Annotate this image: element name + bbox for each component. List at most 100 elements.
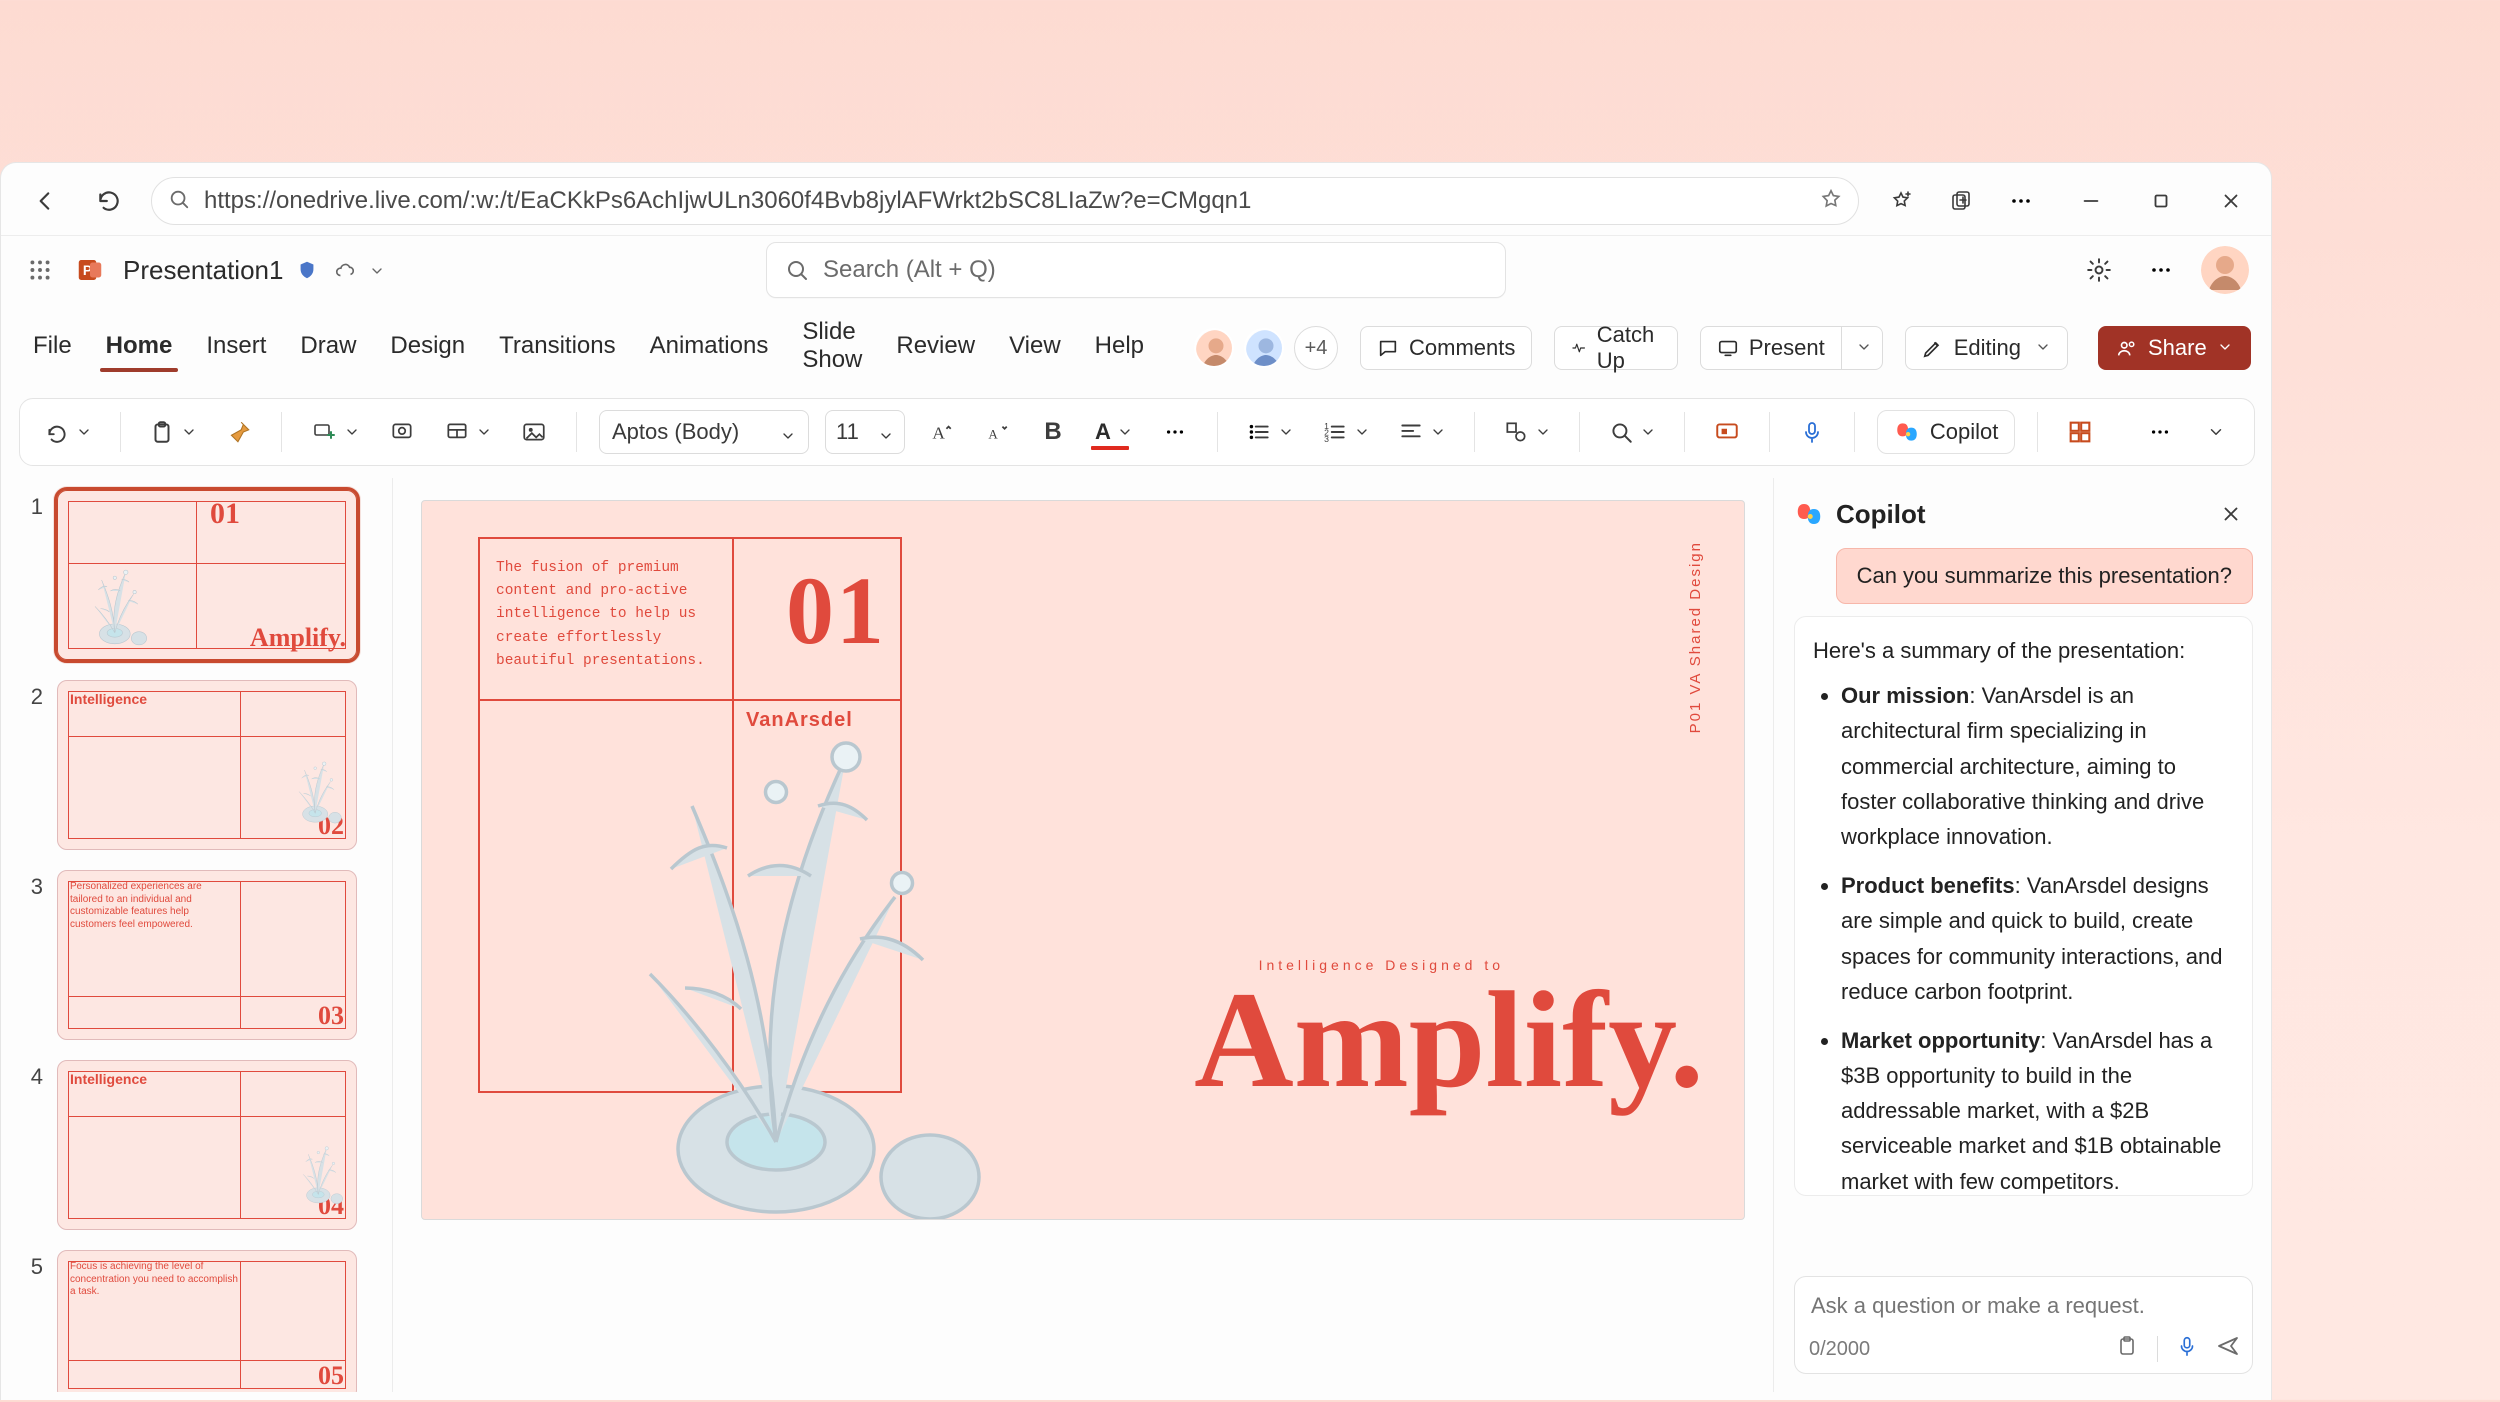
slide-thumb-3[interactable]: Personalized experiences are tailored to… xyxy=(57,870,357,1040)
font-decrease-button[interactable] xyxy=(977,410,1017,454)
shapes-button[interactable] xyxy=(1497,410,1557,454)
window-close[interactable] xyxy=(2209,179,2253,223)
slide-thumb-5[interactable]: Focus is achieving the level of concentr… xyxy=(57,1250,357,1392)
slide-thumb-2[interactable]: Intelligence 02 xyxy=(57,680,357,850)
tab-animations[interactable]: Animations xyxy=(644,322,775,374)
font-more-icon[interactable] xyxy=(1155,410,1195,454)
picture-button[interactable] xyxy=(514,410,554,454)
grid-view-button[interactable] xyxy=(2060,410,2100,454)
thumb-number: 5 xyxy=(25,1254,43,1280)
copilot-button[interactable]: Copilot xyxy=(1877,410,2015,454)
compose-clipboard-icon[interactable] xyxy=(2115,1334,2139,1364)
align-button[interactable] xyxy=(1392,410,1452,454)
presence-avatars[interactable]: +4 xyxy=(1194,326,1338,370)
copilot-compose[interactable]: 0/2000 xyxy=(1794,1276,2253,1374)
back-button[interactable] xyxy=(23,179,67,223)
tab-help[interactable]: Help xyxy=(1089,322,1150,374)
app-launcher-icon[interactable] xyxy=(23,253,57,287)
presence-avatar-2[interactable] xyxy=(1244,328,1284,368)
layout-button[interactable] xyxy=(438,410,498,454)
ribbon-more-icon[interactable] xyxy=(2140,410,2180,454)
browser-toolbar: https://onedrive.live.com/:w:/t/EaCKkPs6… xyxy=(1,163,2271,236)
compose-mic-icon[interactable] xyxy=(2176,1333,2198,1365)
font-size-select[interactable]: 11 xyxy=(825,410,905,454)
present-button[interactable]: Present xyxy=(1700,326,1841,370)
comments-button[interactable]: Comments xyxy=(1360,326,1532,370)
undo-button[interactable] xyxy=(38,410,98,454)
document-name[interactable]: Presentation1 xyxy=(123,255,385,286)
share-button[interactable]: Share xyxy=(2098,326,2251,370)
thumb-number: 3 xyxy=(25,874,43,900)
font-family-select[interactable]: Aptos (Body) xyxy=(599,410,809,454)
doc-menu-caret-icon[interactable] xyxy=(369,255,385,286)
copilot-bullet: Product benefits: VanArsdel designs are … xyxy=(1841,868,2234,1009)
tab-view[interactable]: View xyxy=(1003,322,1067,374)
tab-review[interactable]: Review xyxy=(890,322,981,374)
bullets-button[interactable] xyxy=(1240,410,1300,454)
refresh-button[interactable] xyxy=(87,179,131,223)
slide-thumb-1[interactable]: 01 Amplify. xyxy=(57,490,357,660)
compose-send-icon[interactable] xyxy=(2216,1334,2240,1364)
dictate-button[interactable] xyxy=(1792,410,1832,454)
titlebar-more-icon[interactable] xyxy=(2139,248,2183,292)
slide-big-number: 01 xyxy=(786,555,886,666)
copilot-title: Copilot xyxy=(1794,499,1926,530)
find-button[interactable] xyxy=(1602,410,1662,454)
favorites-star-icon[interactable] xyxy=(1820,188,1842,215)
tab-transitions[interactable]: Transitions xyxy=(493,322,621,374)
ribbon-tabs: File Home Insert Draw Design Transitions… xyxy=(1,302,2271,388)
sensitivity-shield-icon[interactable] xyxy=(293,256,321,284)
slide-blurb: The fusion of premium content and pro-ac… xyxy=(496,557,716,673)
catch-up-button[interactable]: Catch Up xyxy=(1554,326,1677,370)
ribbon-collapse-caret-icon[interactable] xyxy=(2196,410,2236,454)
copilot-char-counter: 0/2000 xyxy=(1809,1338,1870,1361)
slide-title: Amplify. xyxy=(1194,960,1704,1119)
paste-button[interactable] xyxy=(143,410,203,454)
slide-thumb-4[interactable]: Intelligence 04 xyxy=(57,1060,357,1230)
content-area: 1 01 Amplify. 2 Intelligence 02 xyxy=(1,478,2271,1392)
address-bar[interactable]: https://onedrive.live.com/:w:/t/EaCKkPs6… xyxy=(151,177,1859,225)
copilot-input[interactable] xyxy=(1809,1287,2240,1325)
slide-side-caption: P01 VA Shared Design xyxy=(1687,541,1704,733)
presence-more[interactable]: +4 xyxy=(1294,326,1338,370)
new-slide-button[interactable] xyxy=(304,410,366,454)
format-painter-button[interactable] xyxy=(219,410,259,454)
browser-more-icon[interactable] xyxy=(1999,179,2043,223)
tab-home[interactable]: Home xyxy=(100,322,179,374)
tab-draw[interactable]: Draw xyxy=(294,322,362,374)
slide-thumbnails: 1 01 Amplify. 2 Intelligence 02 xyxy=(1,478,393,1392)
app-titlebar: Presentation1 Search (Alt + Q) xyxy=(1,236,2271,302)
tab-design[interactable]: Design xyxy=(384,322,471,374)
sync-status-icon[interactable] xyxy=(331,256,359,284)
presence-avatar-1[interactable] xyxy=(1194,328,1234,368)
numbering-button[interactable] xyxy=(1316,410,1376,454)
font-increase-button[interactable] xyxy=(921,410,961,454)
collections-icon[interactable] xyxy=(1939,179,1983,223)
tab-insert[interactable]: Insert xyxy=(200,322,272,374)
search-placeholder: Search (Alt + Q) xyxy=(823,256,996,284)
window-minimize[interactable] xyxy=(2069,179,2113,223)
settings-gear-icon[interactable] xyxy=(2077,248,2121,292)
bold-button[interactable]: B xyxy=(1033,410,1073,454)
copilot-answer: Here's a summary of the presentation: Ou… xyxy=(1794,616,2253,1196)
designer-button[interactable] xyxy=(1707,410,1747,454)
tab-slideshow[interactable]: Slide Show xyxy=(796,308,868,388)
reuse-slide-button[interactable] xyxy=(382,410,422,454)
thumb-number: 2 xyxy=(25,684,43,710)
window-maximize[interactable] xyxy=(2139,179,2183,223)
tab-file[interactable]: File xyxy=(27,322,78,374)
present-caret[interactable] xyxy=(1841,326,1883,370)
copilot-bullet: Market opportunity: VanArsdel has a $3B … xyxy=(1841,1023,2234,1196)
copilot-close-button[interactable] xyxy=(2209,492,2253,536)
address-url: https://onedrive.live.com/:w:/t/EaCKkPs6… xyxy=(204,187,1251,215)
font-color-button[interactable]: A xyxy=(1089,410,1139,454)
search-box[interactable]: Search (Alt + Q) xyxy=(766,242,1506,298)
account-avatar[interactable] xyxy=(2201,246,2249,294)
favorites-add-icon[interactable] xyxy=(1879,179,1923,223)
copilot-bullet: Our mission: VanArsdel is an architectur… xyxy=(1841,678,2234,854)
slide-canvas-wrap: 01 The fusion of premium content and pro… xyxy=(393,478,1773,1392)
copilot-panel: Copilot Can you summarize this presentat… xyxy=(1773,478,2271,1392)
editing-mode-button[interactable]: Editing xyxy=(1905,326,2068,370)
slide-canvas[interactable]: 01 The fusion of premium content and pro… xyxy=(421,500,1745,1220)
thumb-number: 4 xyxy=(25,1064,43,1090)
